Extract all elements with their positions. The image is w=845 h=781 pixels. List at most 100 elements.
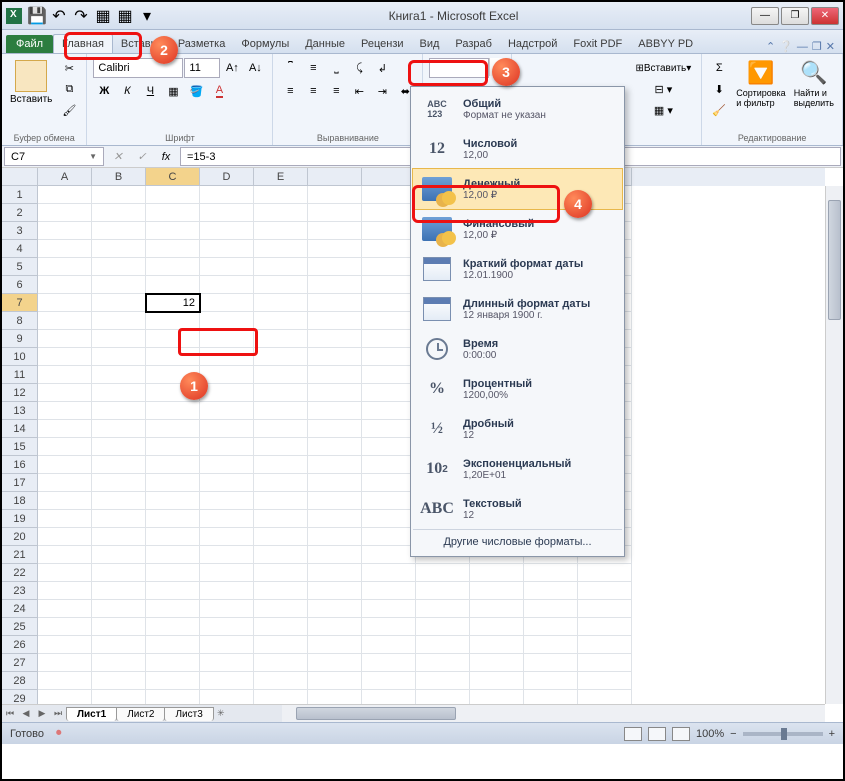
- cell[interactable]: [254, 276, 308, 294]
- cell[interactable]: [92, 510, 146, 528]
- row-header[interactable]: 16: [2, 456, 38, 474]
- cell[interactable]: [470, 582, 524, 600]
- cell[interactable]: [146, 672, 200, 690]
- cell[interactable]: [200, 438, 254, 456]
- cell[interactable]: [146, 474, 200, 492]
- zoom-knob[interactable]: [781, 728, 787, 740]
- cell[interactable]: [38, 492, 92, 510]
- cell[interactable]: [308, 492, 362, 510]
- cell[interactable]: [38, 330, 92, 348]
- cell[interactable]: [92, 600, 146, 618]
- cell[interactable]: [362, 438, 416, 456]
- cell[interactable]: [92, 330, 146, 348]
- cell[interactable]: [416, 672, 470, 690]
- number-format-select[interactable]: [429, 58, 489, 78]
- cell[interactable]: [200, 474, 254, 492]
- cell[interactable]: [92, 528, 146, 546]
- format-menu-item[interactable]: ABC123ОбщийФормат не указан: [413, 89, 622, 129]
- vscroll-thumb[interactable]: [828, 200, 841, 320]
- qat-extra1-icon[interactable]: ▦: [94, 7, 112, 25]
- cell[interactable]: [362, 618, 416, 636]
- qat-extra2-icon[interactable]: ▦: [116, 7, 134, 25]
- zoom-out-icon[interactable]: −: [730, 728, 736, 740]
- cell[interactable]: [92, 294, 146, 312]
- cell[interactable]: [362, 672, 416, 690]
- cell[interactable]: [254, 402, 308, 420]
- cell[interactable]: [38, 240, 92, 258]
- cell[interactable]: [362, 456, 416, 474]
- cell[interactable]: [146, 258, 200, 276]
- row-header[interactable]: 10: [2, 348, 38, 366]
- cell[interactable]: [38, 600, 92, 618]
- cell[interactable]: [200, 294, 254, 312]
- maximize-button[interactable]: ❐: [781, 7, 809, 25]
- cell[interactable]: [38, 618, 92, 636]
- cut-icon[interactable]: ✂: [58, 58, 80, 78]
- row-header[interactable]: 28: [2, 672, 38, 690]
- cell[interactable]: [200, 402, 254, 420]
- cell[interactable]: [200, 546, 254, 564]
- zoom-in-icon[interactable]: +: [829, 728, 835, 740]
- cell[interactable]: [38, 348, 92, 366]
- cell[interactable]: [146, 582, 200, 600]
- copy-icon[interactable]: ⧉: [58, 79, 80, 99]
- cell[interactable]: [308, 204, 362, 222]
- grow-font-icon[interactable]: A↑: [221, 58, 243, 78]
- dec-indent-icon[interactable]: ⇤: [348, 81, 370, 101]
- cell[interactable]: [254, 204, 308, 222]
- cell[interactable]: [38, 276, 92, 294]
- cell[interactable]: [92, 438, 146, 456]
- cell[interactable]: [146, 312, 200, 330]
- cell[interactable]: [362, 402, 416, 420]
- column-header[interactable]: [308, 168, 362, 186]
- help-icon[interactable]: ❔: [779, 40, 793, 53]
- cell[interactable]: [38, 672, 92, 690]
- cell[interactable]: [200, 330, 254, 348]
- hscroll-thumb[interactable]: [296, 707, 456, 720]
- cell[interactable]: [200, 654, 254, 672]
- row-header[interactable]: 17: [2, 474, 38, 492]
- cell[interactable]: [92, 474, 146, 492]
- cell[interactable]: [254, 492, 308, 510]
- cell[interactable]: [254, 546, 308, 564]
- tab-abbyy[interactable]: ABBYY PD: [630, 35, 701, 53]
- cell[interactable]: [254, 636, 308, 654]
- cell[interactable]: [308, 384, 362, 402]
- format-menu-item[interactable]: Длинный формат даты12 января 1900 г.: [413, 289, 622, 329]
- cell[interactable]: [38, 510, 92, 528]
- cell[interactable]: [92, 672, 146, 690]
- cell[interactable]: [38, 402, 92, 420]
- cell[interactable]: [416, 654, 470, 672]
- cell[interactable]: [38, 456, 92, 474]
- column-header[interactable]: [362, 168, 416, 186]
- doc-min-icon[interactable]: —: [797, 41, 808, 53]
- cell[interactable]: [38, 474, 92, 492]
- horizontal-scrollbar[interactable]: [282, 704, 825, 722]
- sheet-tab-1[interactable]: Лист1: [66, 707, 117, 721]
- format-menu-more[interactable]: Другие числовые форматы...: [413, 529, 622, 554]
- row-header[interactable]: 13: [2, 402, 38, 420]
- cell[interactable]: [146, 600, 200, 618]
- cell[interactable]: [254, 348, 308, 366]
- cell[interactable]: [308, 294, 362, 312]
- cell[interactable]: [524, 600, 578, 618]
- number-format-dropdown-arrow-icon[interactable]: ▼: [489, 58, 505, 76]
- column-header[interactable]: A: [38, 168, 92, 186]
- cell[interactable]: [146, 456, 200, 474]
- cell[interactable]: [254, 510, 308, 528]
- cell[interactable]: [416, 600, 470, 618]
- format-menu-item[interactable]: Время0:00:00: [413, 329, 622, 369]
- cell[interactable]: [200, 456, 254, 474]
- sheet-next-icon[interactable]: ▶: [34, 706, 50, 722]
- cell[interactable]: [362, 654, 416, 672]
- ribbon-min-icon[interactable]: ⌃: [766, 40, 775, 53]
- cell[interactable]: [254, 312, 308, 330]
- cell[interactable]: [200, 492, 254, 510]
- row-header[interactable]: 22: [2, 564, 38, 582]
- cell[interactable]: [92, 654, 146, 672]
- cell[interactable]: [200, 276, 254, 294]
- cell[interactable]: [362, 636, 416, 654]
- format-menu-item[interactable]: ½Дробный12: [413, 409, 622, 449]
- format-menu-item[interactable]: Финансовый12,00 ₽: [413, 209, 622, 249]
- cell[interactable]: [146, 420, 200, 438]
